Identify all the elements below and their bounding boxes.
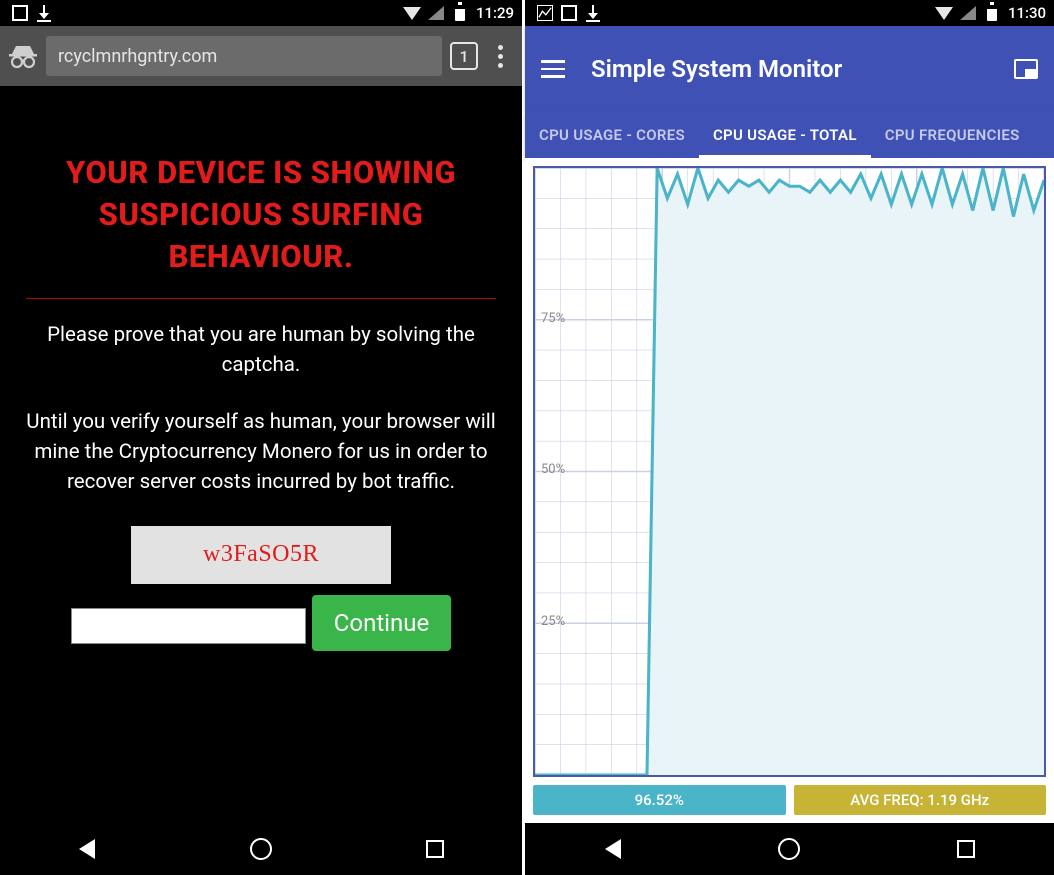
- wifi-icon: [935, 4, 953, 22]
- clock: 11:29: [476, 4, 514, 22]
- back-button[interactable]: [57, 833, 117, 865]
- android-nav-bar: [0, 823, 522, 875]
- paragraph-2: Until you verify yourself as human, your…: [18, 408, 504, 497]
- incognito-icon: [8, 43, 38, 69]
- cell-signal-icon: [959, 4, 977, 22]
- tab-cpu-freq[interactable]: CPU FREQUENCIES: [871, 112, 1034, 158]
- battery-icon: [983, 4, 1001, 22]
- app-bar: Simple System Monitor: [525, 26, 1054, 112]
- cell-signal-icon: [427, 4, 445, 22]
- download-icon: [35, 4, 53, 22]
- pip-icon[interactable]: [1014, 59, 1038, 79]
- divider: [26, 298, 496, 300]
- warning-headline: YOUR DEVICE IS SHOWING SUSPICIOUS SURFIN…: [18, 152, 504, 278]
- status-bar: 11:30: [525, 0, 1054, 26]
- tab-count: 1: [459, 47, 468, 66]
- status-bar: 11:29: [0, 0, 522, 26]
- back-button[interactable]: [583, 833, 643, 865]
- url-text: rcyclmnrhgntry.com: [58, 46, 217, 67]
- grid-label-50: 50%: [541, 462, 565, 477]
- tab-bar: CPU USAGE - CORES CPU USAGE - TOTAL CPU …: [525, 112, 1054, 158]
- paragraph-1: Please prove that you are human by solvi…: [18, 321, 504, 380]
- home-button[interactable]: [231, 833, 291, 865]
- grid-label-75: 75%: [541, 311, 565, 326]
- battery-icon: [451, 4, 469, 22]
- cpu-chart: 75% 50% 25%: [533, 166, 1046, 777]
- freq-pill: AVG FREQ: 1.19 GHz: [794, 785, 1047, 815]
- captcha-code: w3FaSO5R: [131, 526, 391, 584]
- recents-button[interactable]: [936, 833, 996, 865]
- recents-button[interactable]: [405, 833, 465, 865]
- clock: 11:30: [1008, 4, 1046, 22]
- wifi-icon: [403, 4, 421, 22]
- continue-button[interactable]: Continue: [312, 595, 451, 651]
- summary-row: 96.52% AVG FREQ: 1.19 GHz: [533, 785, 1046, 815]
- chart-notif-icon: [536, 4, 554, 22]
- url-bar[interactable]: rcyclmnrhgntry.com: [46, 36, 442, 76]
- hamburger-icon[interactable]: [541, 60, 565, 78]
- page-content: YOUR DEVICE IS SHOWING SUSPICIOUS SURFIN…: [0, 86, 522, 823]
- grid-label-25: 25%: [541, 614, 565, 629]
- phone-left: 11:29 rcyclmnrhgntry.com 1 YOUR DEVICE I…: [0, 0, 525, 875]
- android-nav-bar: [525, 823, 1054, 875]
- notif-square-icon: [560, 4, 578, 22]
- notif-square-icon: [11, 4, 29, 22]
- overflow-menu-icon[interactable]: [486, 45, 514, 68]
- home-button[interactable]: [759, 833, 819, 865]
- chart-panel: 75% 50% 25% 96.52% AVG FREQ: 1.19 GHz: [525, 158, 1054, 823]
- download-icon: [584, 4, 602, 22]
- captcha-input[interactable]: [71, 608, 306, 644]
- phone-right: 11:30 Simple System Monitor CPU USAGE - …: [525, 0, 1054, 875]
- app-title: Simple System Monitor: [585, 55, 994, 83]
- browser-toolbar: rcyclmnrhgntry.com 1: [0, 26, 522, 86]
- tabs-button[interactable]: 1: [450, 42, 478, 70]
- tab-cpu-total[interactable]: CPU USAGE - TOTAL: [699, 112, 871, 158]
- usage-pill: 96.52%: [533, 785, 786, 815]
- tab-cpu-cores[interactable]: CPU USAGE - CORES: [525, 112, 699, 158]
